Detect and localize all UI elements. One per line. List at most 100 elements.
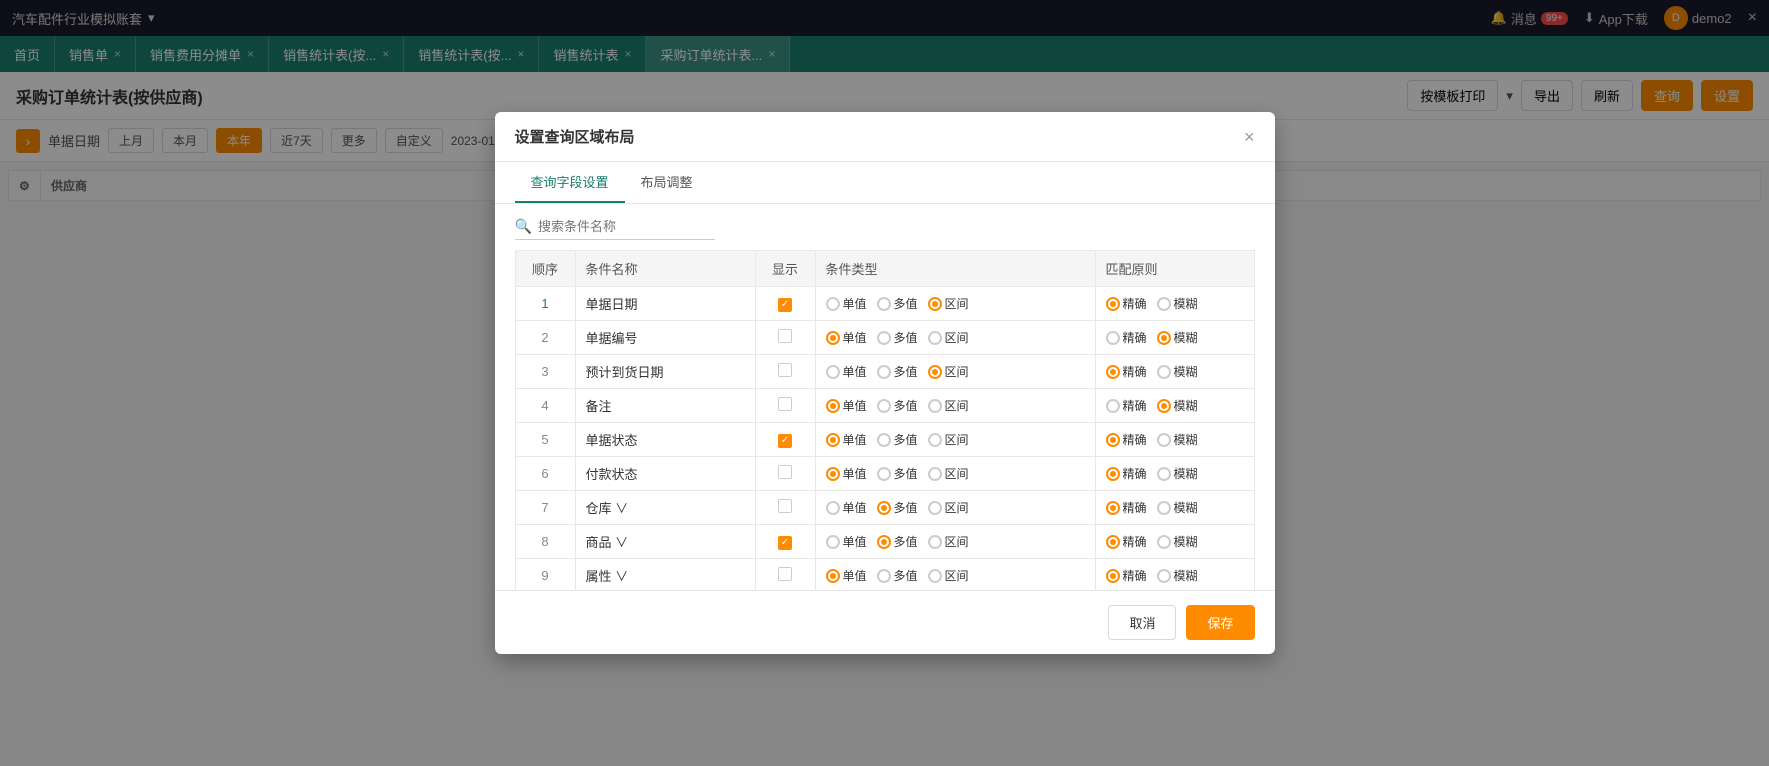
- match-radio-item[interactable]: 模糊: [1157, 431, 1198, 448]
- type-single-radio[interactable]: [826, 433, 840, 447]
- display-checkbox-checked[interactable]: [778, 298, 792, 312]
- modal-tab-query-fields[interactable]: 查询字段设置: [515, 162, 625, 203]
- match-exact-radio[interactable]: [1106, 569, 1120, 583]
- type-range-radio[interactable]: [928, 535, 942, 549]
- type-single-radio[interactable]: [826, 569, 840, 583]
- match-fuzzy-radio[interactable]: [1157, 433, 1171, 447]
- cell-display[interactable]: [755, 457, 815, 491]
- type-single-radio[interactable]: [826, 365, 840, 379]
- save-btn[interactable]: 保存: [1186, 605, 1254, 640]
- match-exact-radio[interactable]: [1106, 365, 1120, 379]
- type-radio-item[interactable]: 区间: [928, 329, 969, 346]
- type-radio-item[interactable]: 多值: [877, 465, 918, 482]
- type-radio-item[interactable]: 区间: [928, 431, 969, 448]
- type-radio-item[interactable]: 多值: [877, 533, 918, 550]
- type-multi-radio[interactable]: [877, 297, 891, 311]
- type-radio-item[interactable]: 单值: [826, 533, 867, 550]
- type-multi-radio[interactable]: [877, 501, 891, 515]
- type-radio-item[interactable]: 多值: [877, 499, 918, 516]
- display-checkbox-checked[interactable]: [778, 536, 792, 550]
- type-radio-item[interactable]: 多值: [877, 295, 918, 312]
- match-exact-radio[interactable]: [1106, 297, 1120, 311]
- search-input[interactable]: [538, 219, 698, 234]
- type-single-radio[interactable]: [826, 467, 840, 481]
- type-radio-item[interactable]: 单值: [826, 329, 867, 346]
- match-exact-radio[interactable]: [1106, 399, 1120, 413]
- match-fuzzy-radio[interactable]: [1157, 501, 1171, 515]
- cell-display[interactable]: [755, 321, 815, 355]
- match-radio-item[interactable]: 模糊: [1157, 363, 1198, 380]
- match-fuzzy-radio[interactable]: [1157, 535, 1171, 549]
- type-radio-item[interactable]: 单值: [826, 397, 867, 414]
- cell-display[interactable]: [755, 559, 815, 591]
- display-checkbox[interactable]: [778, 465, 792, 479]
- type-range-radio[interactable]: [928, 501, 942, 515]
- type-range-radio[interactable]: [928, 365, 942, 379]
- match-radio-item[interactable]: 精确: [1106, 499, 1147, 516]
- type-single-radio[interactable]: [826, 399, 840, 413]
- match-radio-item[interactable]: 精确: [1106, 431, 1147, 448]
- match-radio-item[interactable]: 模糊: [1157, 295, 1198, 312]
- type-single-radio[interactable]: [826, 331, 840, 345]
- match-fuzzy-radio[interactable]: [1157, 365, 1171, 379]
- type-radio-item[interactable]: 区间: [928, 363, 969, 380]
- match-exact-radio[interactable]: [1106, 433, 1120, 447]
- type-multi-radio[interactable]: [877, 399, 891, 413]
- type-multi-radio[interactable]: [877, 467, 891, 481]
- display-checkbox-checked[interactable]: [778, 434, 792, 448]
- match-radio-item[interactable]: 模糊: [1157, 397, 1198, 414]
- match-radio-item[interactable]: 精确: [1106, 363, 1147, 380]
- match-radio-item[interactable]: 精确: [1106, 295, 1147, 312]
- match-radio-item[interactable]: 模糊: [1157, 465, 1198, 482]
- type-range-radio[interactable]: [928, 331, 942, 345]
- type-single-radio[interactable]: [826, 535, 840, 549]
- match-radio-item[interactable]: 精确: [1106, 397, 1147, 414]
- type-single-radio[interactable]: [826, 501, 840, 515]
- type-radio-item[interactable]: 区间: [928, 533, 969, 550]
- cell-display[interactable]: [755, 525, 815, 559]
- match-exact-radio[interactable]: [1106, 501, 1120, 515]
- display-checkbox[interactable]: [778, 567, 792, 581]
- match-fuzzy-radio[interactable]: [1157, 331, 1171, 345]
- type-radio-item[interactable]: 单值: [826, 499, 867, 516]
- type-range-radio[interactable]: [928, 467, 942, 481]
- match-fuzzy-radio[interactable]: [1157, 399, 1171, 413]
- cancel-btn[interactable]: 取消: [1108, 605, 1176, 640]
- type-range-radio[interactable]: [928, 297, 942, 311]
- type-radio-item[interactable]: 多值: [877, 363, 918, 380]
- match-radio-item[interactable]: 模糊: [1157, 533, 1198, 550]
- match-radio-item[interactable]: 精确: [1106, 465, 1147, 482]
- match-exact-radio[interactable]: [1106, 535, 1120, 549]
- type-radio-item[interactable]: 区间: [928, 567, 969, 584]
- type-multi-radio[interactable]: [877, 365, 891, 379]
- match-radio-item[interactable]: 模糊: [1157, 499, 1198, 516]
- type-range-radio[interactable]: [928, 399, 942, 413]
- display-checkbox[interactable]: [778, 329, 792, 343]
- cell-display[interactable]: [755, 355, 815, 389]
- type-radio-item[interactable]: 区间: [928, 465, 969, 482]
- type-radio-item[interactable]: 单值: [826, 567, 867, 584]
- type-radio-item[interactable]: 单值: [826, 295, 867, 312]
- type-radio-item[interactable]: 单值: [826, 431, 867, 448]
- type-radio-item[interactable]: 多值: [877, 397, 918, 414]
- match-radio-item[interactable]: 模糊: [1157, 329, 1198, 346]
- type-radio-item[interactable]: 区间: [928, 295, 969, 312]
- cell-display[interactable]: [755, 389, 815, 423]
- cell-display[interactable]: [755, 491, 815, 525]
- type-single-radio[interactable]: [826, 297, 840, 311]
- type-multi-radio[interactable]: [877, 433, 891, 447]
- type-radio-item[interactable]: 多值: [877, 567, 918, 584]
- type-range-radio[interactable]: [928, 433, 942, 447]
- cell-display[interactable]: [755, 423, 815, 457]
- display-checkbox[interactable]: [778, 363, 792, 377]
- match-radio-item[interactable]: 精确: [1106, 533, 1147, 550]
- match-radio-item[interactable]: 精确: [1106, 567, 1147, 584]
- modal-close-btn[interactable]: ×: [1244, 128, 1255, 146]
- type-radio-item[interactable]: 单值: [826, 363, 867, 380]
- type-radio-item[interactable]: 多值: [877, 329, 918, 346]
- type-multi-radio[interactable]: [877, 331, 891, 345]
- modal-tab-layout[interactable]: 布局调整: [625, 162, 709, 203]
- type-multi-radio[interactable]: [877, 569, 891, 583]
- match-radio-item[interactable]: 模糊: [1157, 567, 1198, 584]
- type-range-radio[interactable]: [928, 569, 942, 583]
